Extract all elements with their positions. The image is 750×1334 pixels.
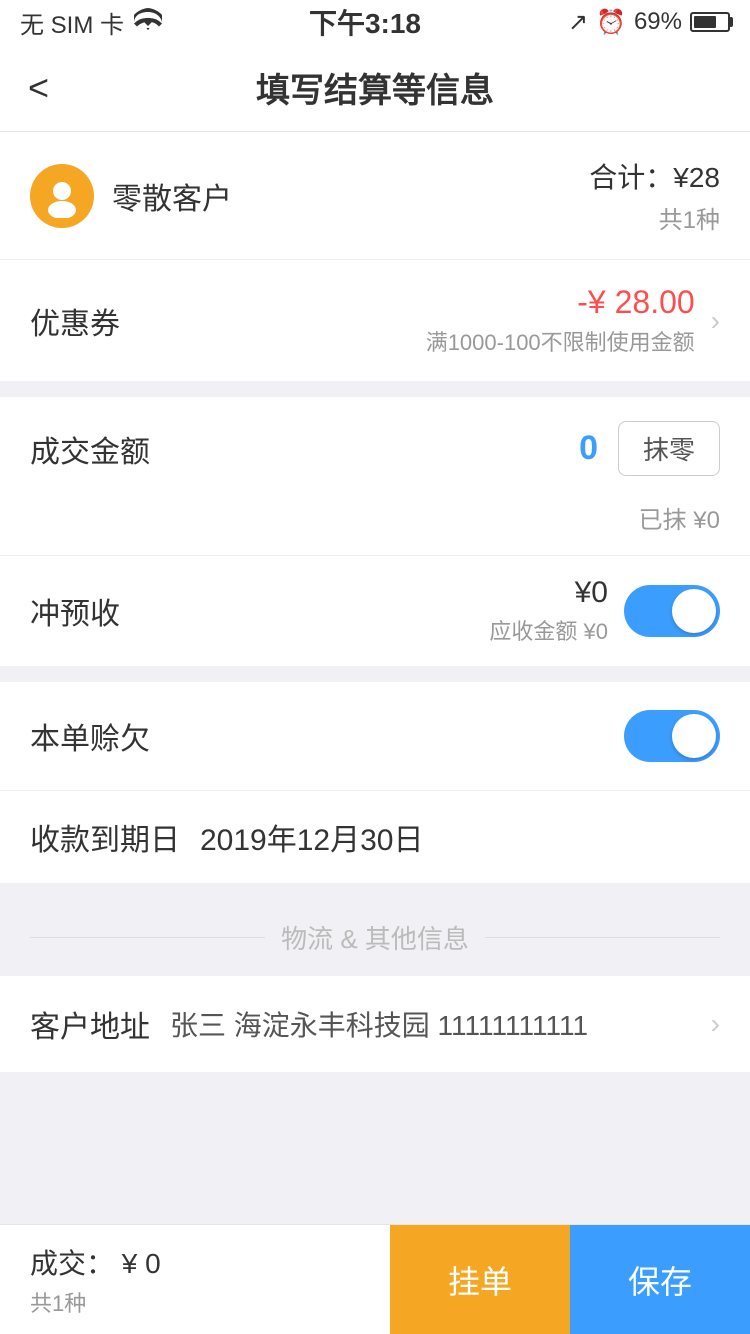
bottom-total-value: ¥ 0 [122, 1248, 161, 1279]
coupon-desc: 满1000-100不限制使用金额 [426, 325, 695, 357]
prepay-label: 冲预收 [30, 589, 120, 633]
bottom-bar: 成交： ¥ 0 共1种 挂单 保存 [0, 1224, 750, 1334]
address-section: 客户地址 张三 海淀永丰科技园 11111111111 › [0, 976, 750, 1072]
avatar [30, 164, 94, 228]
status-right: ↗ ⏰ 69% [568, 8, 730, 37]
hold-button[interactable]: 挂单 [390, 1225, 570, 1334]
coupon-label: 优惠券 [30, 299, 120, 343]
address-value: 张三 海淀永丰科技园 11111111111 [170, 1004, 711, 1044]
prepay-receivable: 应收金额 ¥0 [489, 614, 608, 646]
alarm-icon: ⏰ [596, 8, 626, 37]
wifi-icon [134, 8, 162, 37]
item-count: 共1种 [589, 200, 720, 235]
transaction-label: 成交金额 [30, 427, 150, 471]
divider-line: 物流 & 其他信息 [30, 919, 720, 956]
coupon-amount: -¥ 28.00 [426, 284, 695, 321]
battery-icon [690, 12, 730, 32]
customer-right: 合计：¥28 共1种 [589, 156, 720, 235]
page-title: 填写结算等信息 [256, 63, 494, 112]
address-label: 客户地址 [30, 1002, 150, 1046]
customer-row: 零散客户 合计：¥28 共1种 [0, 132, 750, 259]
transaction-section: 成交金额 0 抹零 已抹 ¥0 冲预收 ¥0 应收金额 ¥0 [0, 397, 750, 666]
due-value: 2019年12月30日 [200, 815, 423, 859]
bottom-total: 成交： ¥ 0 [30, 1242, 360, 1282]
prepay-amount-block: ¥0 应收金额 ¥0 [489, 576, 608, 646]
battery-percent: 69% [634, 8, 682, 36]
transaction-amount: 0 [579, 429, 598, 468]
deducted-text: 已抹 ¥0 [0, 500, 750, 555]
location-icon: ↗ [568, 8, 588, 37]
prepay-row: 冲预收 ¥0 应收金额 ¥0 [0, 555, 750, 666]
customer-section: 零散客户 合计：¥28 共1种 优惠券 -¥ 28.00 满1000-100不限… [0, 132, 750, 381]
coupon-right: -¥ 28.00 满1000-100不限制使用金额 › [426, 284, 720, 357]
prepay-toggle[interactable] [624, 585, 720, 637]
credit-label: 本单赊欠 [30, 714, 150, 758]
address-chevron-icon: › [711, 1008, 720, 1040]
chevron-right-icon: › [711, 305, 720, 337]
coupon-value: -¥ 28.00 满1000-100不限制使用金额 [426, 284, 695, 357]
address-row[interactable]: 客户地址 张三 海淀永丰科技园 11111111111 › [0, 976, 750, 1072]
status-bar: 无 SIM 卡 下午3:18 ↗ ⏰ 69% [0, 0, 750, 44]
coupon-row[interactable]: 优惠券 -¥ 28.00 满1000-100不限制使用金额 › [0, 259, 750, 381]
logistics-divider: 物流 & 其他信息 [0, 899, 750, 976]
due-label: 收款到期日 [30, 815, 180, 859]
toggle-knob [672, 589, 716, 633]
credit-toggle-knob [672, 714, 716, 758]
bottom-total-label: 成交： [30, 1248, 114, 1279]
no-sim-text: 无 SIM 卡 [20, 5, 124, 40]
round-button[interactable]: 抹零 [618, 421, 720, 476]
prepay-amount: ¥0 [489, 576, 608, 610]
content: 零散客户 合计：¥28 共1种 优惠券 -¥ 28.00 满1000-100不限… [0, 132, 750, 1208]
status-time: 下午3:18 [309, 2, 421, 42]
customer-name: 零散客户 [112, 174, 232, 218]
credit-toggle[interactable] [624, 710, 720, 762]
status-left: 无 SIM 卡 [20, 5, 162, 40]
prepay-right: ¥0 应收金额 ¥0 [489, 576, 720, 646]
due-date-row: 收款到期日 2019年12月30日 [0, 790, 750, 883]
save-button[interactable]: 保存 [570, 1225, 750, 1334]
credit-section: 本单赊欠 收款到期日 2019年12月30日 [0, 682, 750, 883]
credit-row: 本单赊欠 [0, 682, 750, 790]
transaction-row: 成交金额 0 抹零 [0, 397, 750, 500]
divider-text: 物流 & 其他信息 [281, 919, 469, 956]
back-button[interactable]: < [28, 67, 49, 109]
customer-left: 零散客户 [30, 164, 232, 228]
bottom-info: 成交： ¥ 0 共1种 [0, 1225, 390, 1334]
transaction-right: 0 抹零 [579, 421, 720, 476]
bottom-count: 共1种 [30, 1286, 360, 1318]
total-amount: 合计：¥28 [589, 156, 720, 196]
nav-bar: < 填写结算等信息 [0, 44, 750, 132]
